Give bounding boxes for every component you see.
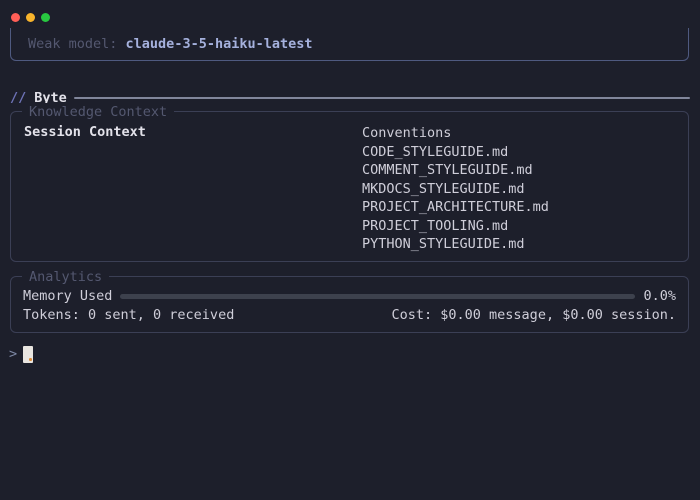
analytics-panel: Analytics Memory Used 0.0% Tokens: 0 sen… (10, 268, 689, 333)
knowledge-context-panel-title: Knowledge Context (22, 103, 175, 121)
tokens-stat: Tokens: 0 sent, 0 received (23, 306, 235, 323)
close-window-button[interactable] (11, 13, 20, 22)
memory-percent: 0.0% (643, 288, 676, 305)
list-item: PROJECT_ARCHITECTURE.md (362, 199, 549, 215)
analytics-panel-title: Analytics (22, 268, 110, 286)
stats-row: Tokens: 0 sent, 0 received Cost: $0.00 m… (23, 306, 676, 325)
text-cursor[interactable] (23, 345, 34, 363)
window-controls (11, 13, 50, 22)
list-item: CODE_STYLEGUIDE.md (362, 143, 509, 160)
list-item: MKDOCS_STYLEGUIDE.md (362, 180, 525, 197)
prompt-chevron: > (9, 346, 18, 362)
memory-row: Memory Used 0.0% (23, 287, 676, 306)
memory-progress-bar (120, 293, 636, 299)
weak-model-input[interactable]: Weak model: claude-3-5-haiku-latest (10, 28, 689, 61)
memory-used-label: Memory Used (23, 288, 113, 305)
minimize-window-button[interactable] (26, 13, 35, 22)
conventions-group-title: Conventions (362, 125, 452, 141)
terminal-window: Weak model: claude-3-5-haiku-latest // B… (0, 0, 700, 500)
weak-model-label: Weak model: (28, 36, 126, 52)
cost-stat: Cost: $0.00 message, $0.00 session. (391, 306, 676, 323)
knowledge-context-panel: Knowledge Context Session Context Conven… (10, 103, 689, 262)
list-item: COMMENT_STYLEGUIDE.md (362, 162, 533, 178)
header-rule (73, 97, 690, 99)
list-item: PROJECT_TOOLING.md (362, 217, 509, 234)
conventions-list: Conventions CODE_STYLEGUIDE.md COMMENT_S… (362, 124, 549, 254)
session-context-item: Session Context (24, 124, 146, 140)
zoom-window-button[interactable] (41, 13, 50, 22)
command-prompt[interactable]: > (9, 345, 34, 363)
list-item: PYTHON_STYLEGUIDE.md (362, 236, 525, 252)
weak-model-value: claude-3-5-haiku-latest (125, 36, 313, 52)
